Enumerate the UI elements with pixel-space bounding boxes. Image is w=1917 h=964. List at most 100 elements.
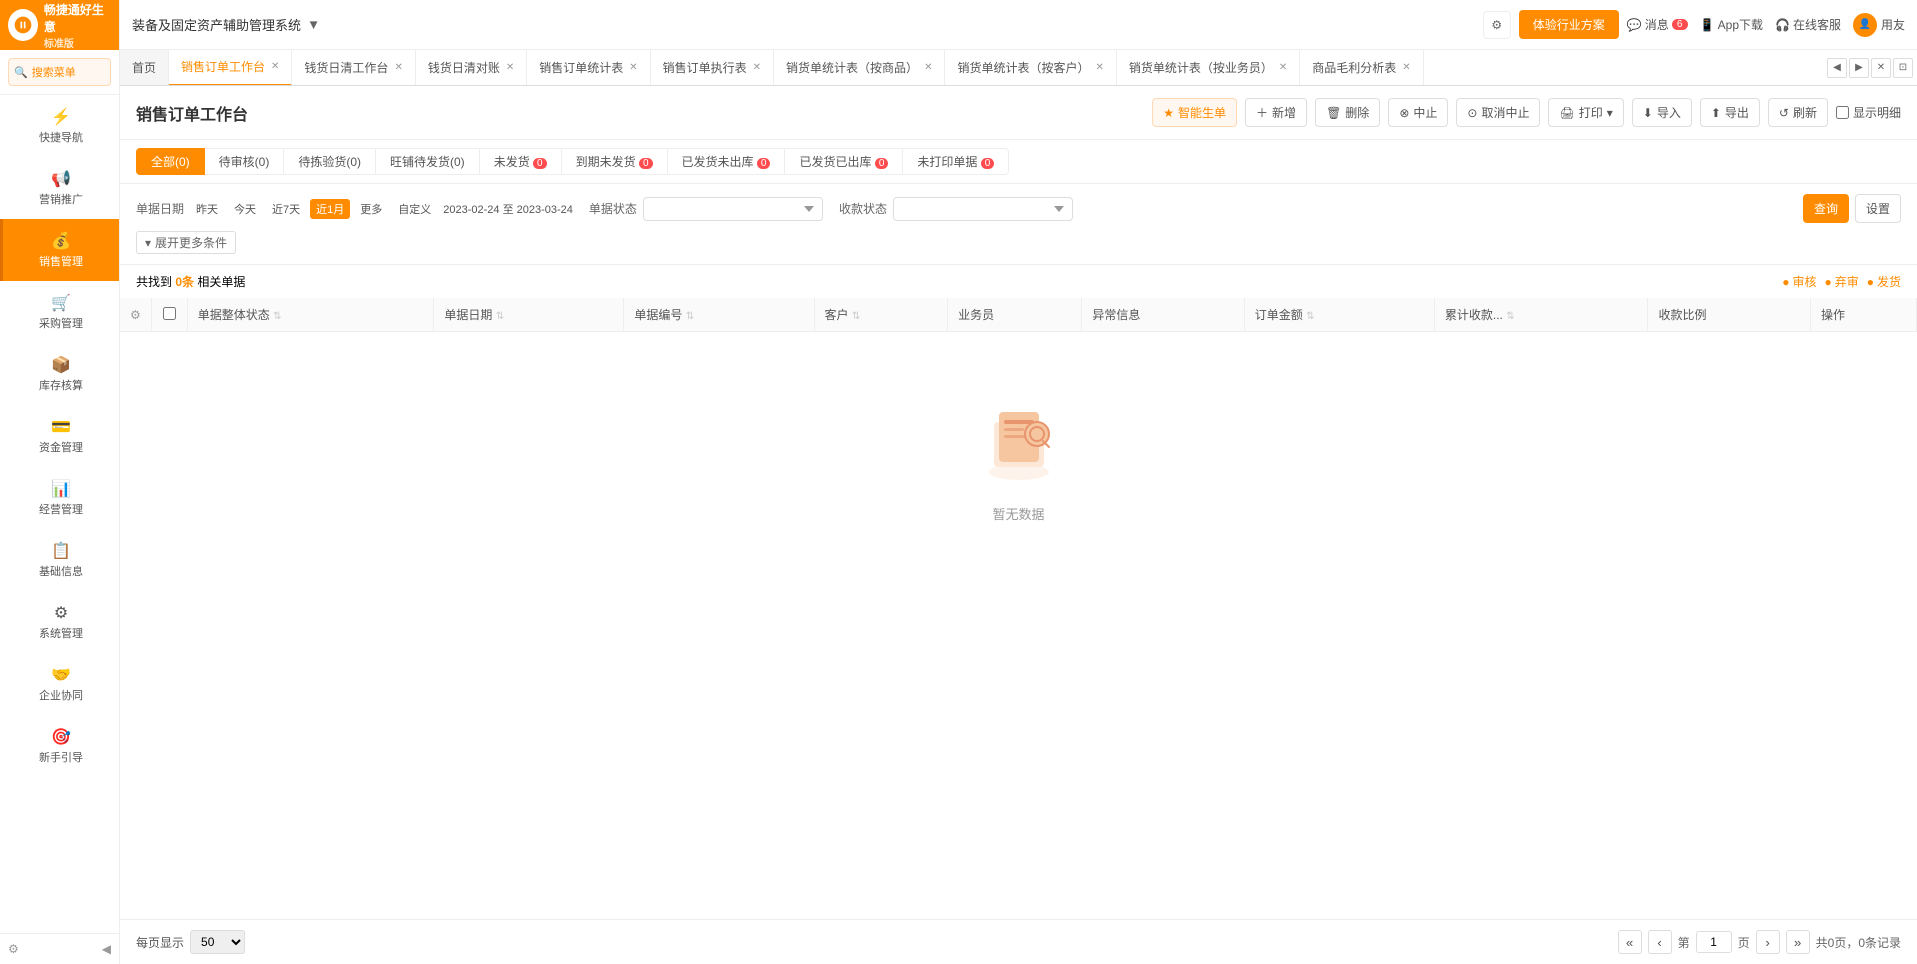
date-btn-more[interactable]: 更多 xyxy=(354,199,388,219)
tab-home[interactable]: 首页 xyxy=(120,50,169,86)
page-next-btn[interactable]: › xyxy=(1756,930,1780,954)
page-number-input[interactable] xyxy=(1696,931,1732,953)
sidebar-item-finance[interactable]: 💳 资金管理 xyxy=(0,405,119,467)
export-button[interactable]: ⬆ 导出 xyxy=(1700,98,1760,127)
filter-tab-not-shipped[interactable]: 未发货 0 xyxy=(480,148,562,175)
date-btn-custom[interactable]: 自定义 xyxy=(392,199,437,219)
page-first-btn[interactable]: « xyxy=(1618,930,1642,954)
sidebar-item-inventory[interactable]: 📦 库存核算 xyxy=(0,343,119,405)
date-range-display: 2023-02-24 至 2023-03-24 xyxy=(443,201,573,217)
sidebar-item-basic-info[interactable]: 📋 基础信息 xyxy=(0,529,119,591)
filter-action-buttons: 查询 设置 xyxy=(1803,194,1901,223)
th-settings[interactable]: ⚙ xyxy=(120,298,151,332)
tab-close-all-btn[interactable]: ✕ xyxy=(1871,58,1891,78)
tab-close-sales-order-desk[interactable]: ✕ xyxy=(271,61,279,72)
th-collected[interactable]: 累计收款... ⇅ xyxy=(1434,298,1648,332)
topbar-settings-btn[interactable]: ⚙ xyxy=(1483,11,1511,39)
tab-prev-btn[interactable]: ◀ xyxy=(1827,58,1847,78)
sidebar-settings-icon[interactable]: ⚙ xyxy=(8,942,19,956)
smart-order-button[interactable]: ★ 智能生单 xyxy=(1152,98,1237,127)
sidebar-item-operations[interactable]: 📊 经营管理 xyxy=(0,467,119,529)
tab-sales-stats-staff[interactable]: 销货单统计表（按业务员） ✕ xyxy=(1117,50,1300,86)
filter-tab-shipped-out[interactable]: 已发货已出库 0 xyxy=(785,148,903,175)
tab-navigation: ◀ ▶ ✕ ⊡ xyxy=(1823,58,1917,78)
th-status[interactable]: 单据整体状态 ⇅ xyxy=(187,298,434,332)
status-filter-select[interactable] xyxy=(643,197,823,221)
review-dot: ● xyxy=(1782,275,1789,289)
industry-solution-button[interactable]: 体验行业方案 xyxy=(1519,10,1619,39)
filter-tab-pending-review[interactable]: 待审核(0) xyxy=(205,148,285,175)
th-amount[interactable]: 订单金额 ⇅ xyxy=(1244,298,1434,332)
delete-button[interactable]: 🗑 删除 xyxy=(1315,98,1380,127)
stop-button[interactable]: ⊗ 中止 xyxy=(1388,98,1448,127)
search-menu-button[interactable]: 🔍 搜索菜单 xyxy=(8,58,111,86)
system-dropdown-btn[interactable]: ▼ xyxy=(307,17,320,32)
tab-sales-stats-customer[interactable]: 销货单统计表（按客户） ✕ xyxy=(945,50,1116,86)
tab-cash-reconcile[interactable]: 钱货日清对账 ✕ xyxy=(416,50,527,86)
sidebar-item-sales[interactable]: 💰 销售管理 xyxy=(0,219,119,281)
settings-filter-button[interactable]: 设置 xyxy=(1855,194,1901,223)
tab-product-margin[interactable]: 商品毛利分析表 ✕ xyxy=(1300,50,1423,86)
tab-close-sales-stats-customer[interactable]: ✕ xyxy=(1095,62,1103,73)
review-action-btn[interactable]: ● 审核 xyxy=(1782,273,1816,290)
tab-sales-order-desk[interactable]: 销售订单工作台 ✕ xyxy=(169,50,292,86)
message-action[interactable]: 💬 消息 6 xyxy=(1627,16,1688,33)
th-number[interactable]: 单据编号 ⇅ xyxy=(624,298,814,332)
show-detail-toggle[interactable]: 显示明细 xyxy=(1836,104,1901,121)
select-all-checkbox[interactable] xyxy=(163,307,176,320)
date-btn-today[interactable]: 今天 xyxy=(228,199,262,219)
page-size-select[interactable]: 50 10 20 100 xyxy=(190,930,245,954)
sidebar-item-purchase[interactable]: 🛒 采购管理 xyxy=(0,281,119,343)
sidebar-item-enterprise[interactable]: 🤝 企业协同 xyxy=(0,653,119,715)
filter-tab-all[interactable]: 全部(0) xyxy=(136,148,205,175)
tab-close-cash-daily[interactable]: ✕ xyxy=(394,62,402,73)
sidebar-item-system[interactable]: ⚙ 系统管理 xyxy=(0,591,119,653)
print-button[interactable]: 🖨 打印 ▾ xyxy=(1548,98,1623,127)
abandon-action-btn[interactable]: ● 弃审 xyxy=(1824,273,1858,290)
sidebar-item-quick-nav[interactable]: ⚡ 快捷导航 xyxy=(0,95,119,157)
sidebar-collapse-icon[interactable]: ◀ xyxy=(102,942,111,956)
import-button[interactable]: ⬇ 导入 xyxy=(1632,98,1692,127)
sidebar-item-guide[interactable]: 🎯 新手引导 xyxy=(0,715,119,777)
collection-filter-select[interactable] xyxy=(893,197,1073,221)
add-button[interactable]: ＋ 新增 xyxy=(1245,98,1307,127)
query-button[interactable]: 查询 xyxy=(1803,194,1849,223)
tab-expand-btn[interactable]: ⊡ xyxy=(1893,58,1913,78)
page-prev-btn[interactable]: ‹ xyxy=(1648,930,1672,954)
filter-tab-shipped-not-out[interactable]: 已发货未出库 0 xyxy=(668,148,786,175)
filter-tab-overdue-not-shipped[interactable]: 到期未发货 0 xyxy=(562,148,668,175)
ship-action-btn[interactable]: ● 发货 xyxy=(1867,273,1901,290)
tab-close-cash-reconcile[interactable]: ✕ xyxy=(506,62,514,73)
app-download-action[interactable]: 📱 App下载 xyxy=(1700,16,1763,33)
tab-cash-daily[interactable]: 钱货日清工作台 ✕ xyxy=(292,50,415,86)
th-checkbox[interactable] xyxy=(151,298,187,332)
tab-sales-order-exec[interactable]: 销售订单执行表 ✕ xyxy=(651,50,774,86)
user-menu[interactable]: 👤 用友 xyxy=(1853,13,1905,37)
date-btn-yesterday[interactable]: 昨天 xyxy=(190,199,224,219)
refresh-button[interactable]: ↺ 刷新 xyxy=(1768,98,1828,127)
online-service-action[interactable]: 🎧 在线客服 xyxy=(1775,16,1841,33)
tab-close-sales-stats-product[interactable]: ✕ xyxy=(924,62,932,73)
sidebar-search[interactable]: 🔍 搜索菜单 xyxy=(0,50,119,95)
tab-next-btn[interactable]: ▶ xyxy=(1849,58,1869,78)
filter-tab-pending-inspect[interactable]: 待拣验货(0) xyxy=(284,148,376,175)
expand-conditions-btn[interactable]: ▾ 展开更多条件 xyxy=(136,231,236,254)
date-btn-7days[interactable]: 近7天 xyxy=(266,199,306,219)
filter-tab-not-printed[interactable]: 未打印单据 0 xyxy=(903,148,1009,175)
sidebar-item-marketing[interactable]: 📢 营销推广 xyxy=(0,157,119,219)
page-last-btn[interactable]: » xyxy=(1786,930,1810,954)
date-btn-1month[interactable]: 近1月 xyxy=(310,199,350,219)
tab-close-sales-order-stats[interactable]: ✕ xyxy=(629,62,637,73)
th-customer[interactable]: 客户 ⇅ xyxy=(814,298,948,332)
filter-tab-wangpu-pending[interactable]: 旺铺待发货(0) xyxy=(376,148,480,175)
tab-sales-order-stats[interactable]: 销售订单统计表 ✕ xyxy=(527,50,650,86)
tab-close-product-margin[interactable]: ✕ xyxy=(1402,62,1410,73)
th-date[interactable]: 单据日期 ⇅ xyxy=(434,298,624,332)
tab-sales-stats-product[interactable]: 销货单统计表（按商品） ✕ xyxy=(774,50,945,86)
sort-icon-status: ⇅ xyxy=(273,311,281,322)
cancel-stop-button[interactable]: ⊙ 取消中止 xyxy=(1456,98,1540,127)
show-detail-checkbox[interactable] xyxy=(1836,106,1849,119)
sidebar: 畅捷通好生意 标准版 🔍 搜索菜单 ⚡ 快捷导航 📢 营销推广 💰 销售管理 🛒… xyxy=(0,0,120,964)
tab-close-sales-stats-staff[interactable]: ✕ xyxy=(1279,62,1287,73)
tab-close-sales-order-exec[interactable]: ✕ xyxy=(753,62,761,73)
